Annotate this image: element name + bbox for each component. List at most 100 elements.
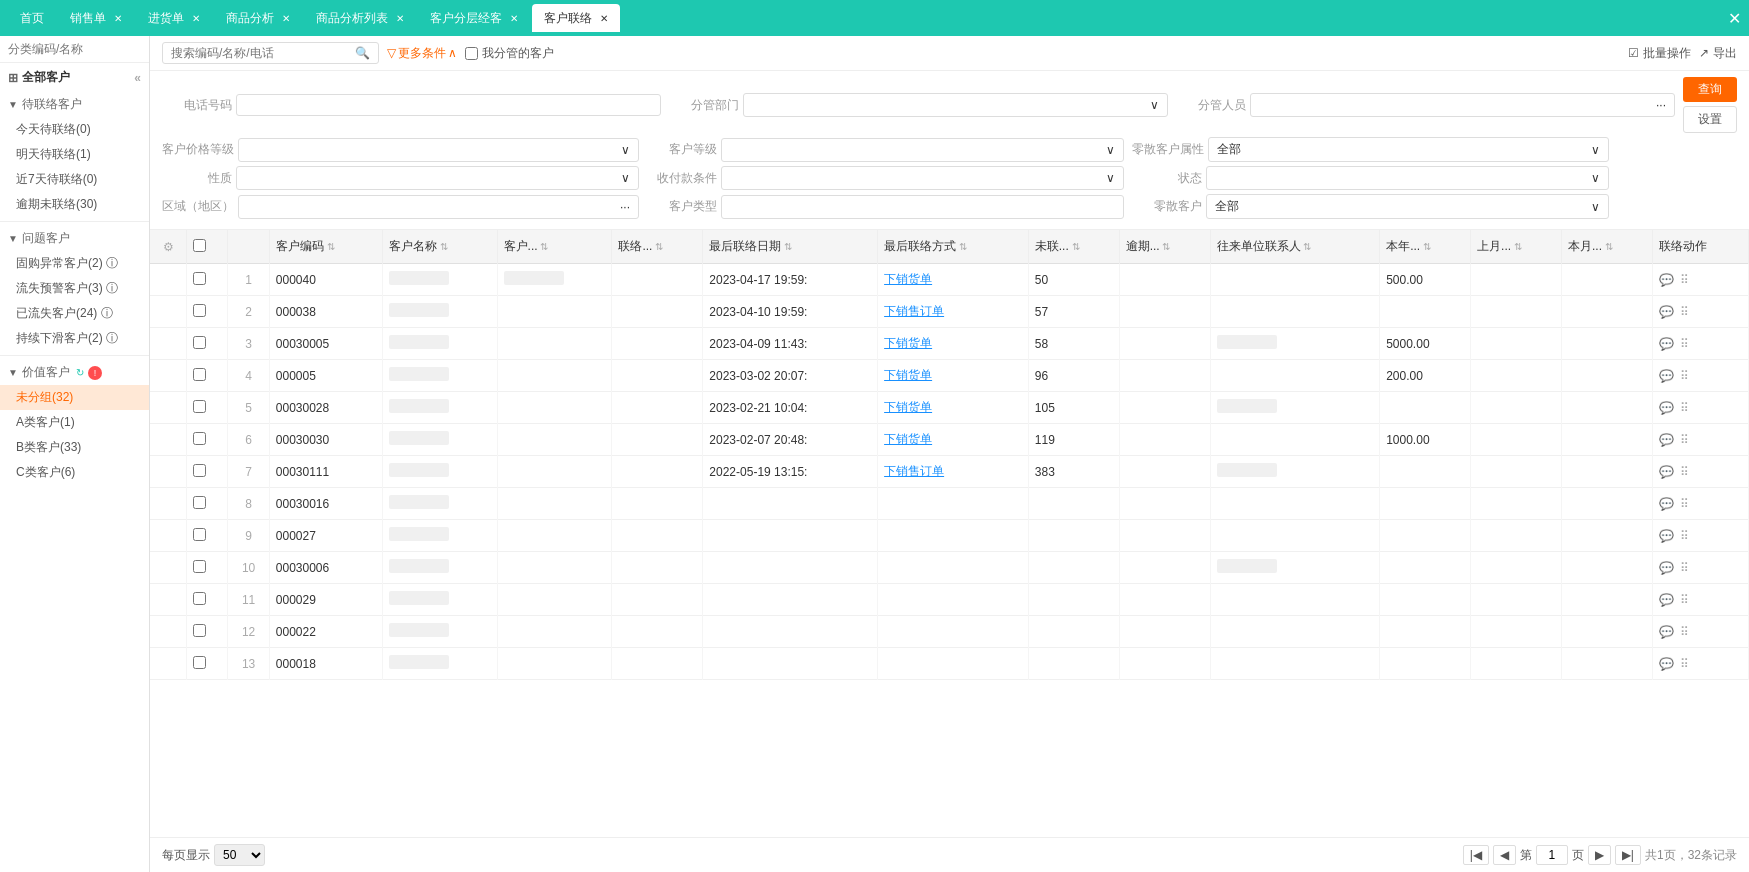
value-customers-group[interactable]: ▼ 价值客户 ↻ !: [0, 360, 149, 385]
sidebar-item-abnormal[interactable]: 固购异常客户(2) ⓘ: [0, 251, 149, 276]
payment-select[interactable]: ∨: [721, 166, 1124, 190]
sidebar-item-7days-pending[interactable]: 近7天待联络(0): [0, 167, 149, 192]
contact-more-icon[interactable]: ⠿: [1680, 529, 1689, 543]
contact-chat-icon[interactable]: 💬: [1659, 465, 1674, 479]
last-page-button[interactable]: ▶|: [1615, 845, 1641, 865]
tab-home[interactable]: 首页: [8, 4, 56, 32]
pending-contact-group[interactable]: ▼ 待联络客户: [0, 92, 149, 117]
contact-method-link[interactable]: 下销货单: [884, 368, 932, 382]
contact-more-icon[interactable]: ⠿: [1680, 305, 1689, 319]
contact-more-icon[interactable]: ⠿: [1680, 625, 1689, 639]
contact-method-link[interactable]: 下销货单: [884, 336, 932, 350]
purchase-tab-close[interactable]: ✕: [192, 13, 200, 24]
tab-product-analysis-list[interactable]: 商品分析列表 ✕: [304, 4, 416, 32]
row-settings[interactable]: [150, 616, 187, 648]
select-all-checkbox[interactable]: [193, 239, 206, 252]
product-analysis-tab-close[interactable]: ✕: [282, 13, 290, 24]
first-page-button[interactable]: |◀: [1463, 845, 1489, 865]
reset-button[interactable]: 设置: [1683, 106, 1737, 133]
sidebar-item-a-class[interactable]: A类客户(1): [0, 410, 149, 435]
sidebar-item-declining[interactable]: 持续下滑客户(2) ⓘ: [0, 326, 149, 351]
product-analysis-list-tab-close[interactable]: ✕: [396, 13, 404, 24]
contact-chat-icon[interactable]: 💬: [1659, 369, 1674, 383]
row-checkbox[interactable]: [193, 624, 206, 637]
sidebar-item-today-pending[interactable]: 今天待联络(0): [0, 117, 149, 142]
batch-operation-button[interactable]: ☑ 批量操作: [1628, 45, 1691, 62]
row-settings[interactable]: [150, 648, 187, 680]
search-input[interactable]: [171, 46, 351, 60]
row-checkbox[interactable]: [193, 656, 206, 669]
refresh-icon[interactable]: ↻: [76, 367, 84, 378]
sidebar-item-c-class[interactable]: C类客户(6): [0, 460, 149, 485]
row-settings[interactable]: [150, 360, 187, 392]
contact-chat-icon[interactable]: 💬: [1659, 305, 1674, 319]
contact-chat-icon[interactable]: 💬: [1659, 593, 1674, 607]
last-month-column-header[interactable]: 上月...: [1471, 230, 1562, 264]
row-checkbox[interactable]: [193, 272, 206, 285]
row-settings[interactable]: [150, 392, 187, 424]
row-checkbox[interactable]: [193, 496, 206, 509]
customer-level-select[interactable]: ∨: [721, 138, 1124, 162]
contact-more-icon[interactable]: ⠿: [1680, 273, 1689, 287]
sidebar-item-overdue-pending[interactable]: 逾期未联络(30): [0, 192, 149, 217]
phone-input[interactable]: [236, 94, 661, 116]
this-year-column-header[interactable]: 本年...: [1380, 230, 1471, 264]
search-icon[interactable]: 🔍: [355, 46, 370, 60]
per-page-select[interactable]: 50 20 100: [214, 844, 265, 866]
customer-name-column-header[interactable]: 客户名称: [382, 230, 497, 264]
row-settings[interactable]: [150, 584, 187, 616]
contact-more-icon[interactable]: ⠿: [1680, 593, 1689, 607]
contact-method-link[interactable]: 下销货单: [884, 400, 932, 414]
contact-method-link[interactable]: 下销售订单: [884, 304, 944, 318]
customer-contact-tab-close[interactable]: ✕: [600, 13, 608, 24]
row-checkbox[interactable]: [193, 368, 206, 381]
problem-customers-group[interactable]: ▼ 问题客户: [0, 226, 149, 251]
contact-method-link[interactable]: 下销货单: [884, 272, 932, 286]
tab-customer-segment[interactable]: 客户分层经客 ✕: [418, 4, 530, 32]
last-contact-date-column-header[interactable]: 最后联络日期: [703, 230, 878, 264]
contact-method-link[interactable]: 下销货单: [884, 432, 932, 446]
row-checkbox[interactable]: [193, 528, 206, 541]
contact-more-icon[interactable]: ⠿: [1680, 497, 1689, 511]
contact-chat-icon[interactable]: 💬: [1659, 497, 1674, 511]
my-customers-checkbox-container[interactable]: 我分管的客户: [465, 45, 554, 62]
price-level-select[interactable]: ∨: [238, 138, 639, 162]
row-settings[interactable]: [150, 328, 187, 360]
retail-attr-select[interactable]: 全部 ∨: [1208, 137, 1609, 162]
more-conditions-button[interactable]: ▽ 更多条件 ∧: [387, 45, 457, 62]
all-customers-header[interactable]: ⊞ 全部客户 «: [0, 63, 149, 92]
contact-chat-icon[interactable]: 💬: [1659, 657, 1674, 671]
my-customers-checkbox[interactable]: [465, 47, 478, 60]
tab-purchase[interactable]: 进货单 ✕: [136, 4, 212, 32]
row-settings[interactable]: [150, 264, 187, 296]
row-checkbox[interactable]: [193, 464, 206, 477]
contact-chat-icon[interactable]: 💬: [1659, 337, 1674, 351]
query-button[interactable]: 查询: [1683, 77, 1737, 102]
contact-chat-icon[interactable]: 💬: [1659, 401, 1674, 415]
sales-tab-close[interactable]: ✕: [114, 13, 122, 24]
sidebar-item-churn-risk[interactable]: 流失预警客户(3) ⓘ: [0, 276, 149, 301]
export-button[interactable]: ↗ 导出: [1699, 45, 1737, 62]
dept-select[interactable]: ∨: [743, 93, 1168, 117]
unit-contact-column-header[interactable]: 往来单位联系人: [1210, 230, 1380, 264]
row-settings[interactable]: [150, 552, 187, 584]
close-all-tabs-button[interactable]: ✕: [1728, 9, 1741, 28]
retail-customer-select[interactable]: 全部 ∨: [1206, 194, 1609, 219]
contact-chat-icon[interactable]: 💬: [1659, 625, 1674, 639]
row-checkbox[interactable]: [193, 304, 206, 317]
customer-code-column-header[interactable]: 客户编码: [269, 230, 382, 264]
tab-product-analysis[interactable]: 商品分析 ✕: [214, 4, 302, 32]
customer-segment-tab-close[interactable]: ✕: [510, 13, 518, 24]
nature-select[interactable]: ∨: [236, 166, 639, 190]
category-search-input[interactable]: [8, 42, 150, 56]
contact-chat-icon[interactable]: 💬: [1659, 561, 1674, 575]
no-contact-days-column-header[interactable]: 未联...: [1028, 230, 1119, 264]
sidebar-item-unclassified[interactable]: 未分组(32): [0, 385, 149, 410]
row-checkbox[interactable]: [193, 432, 206, 445]
contact-chat-icon[interactable]: 💬: [1659, 529, 1674, 543]
row-settings[interactable]: [150, 520, 187, 552]
sidebar-item-tomorrow-pending[interactable]: 明天待联络(1): [0, 142, 149, 167]
sidebar-item-b-class[interactable]: B类客户(33): [0, 435, 149, 460]
this-month-column-header[interactable]: 本月...: [1562, 230, 1653, 264]
contact-column-header[interactable]: 联络...: [612, 230, 703, 264]
